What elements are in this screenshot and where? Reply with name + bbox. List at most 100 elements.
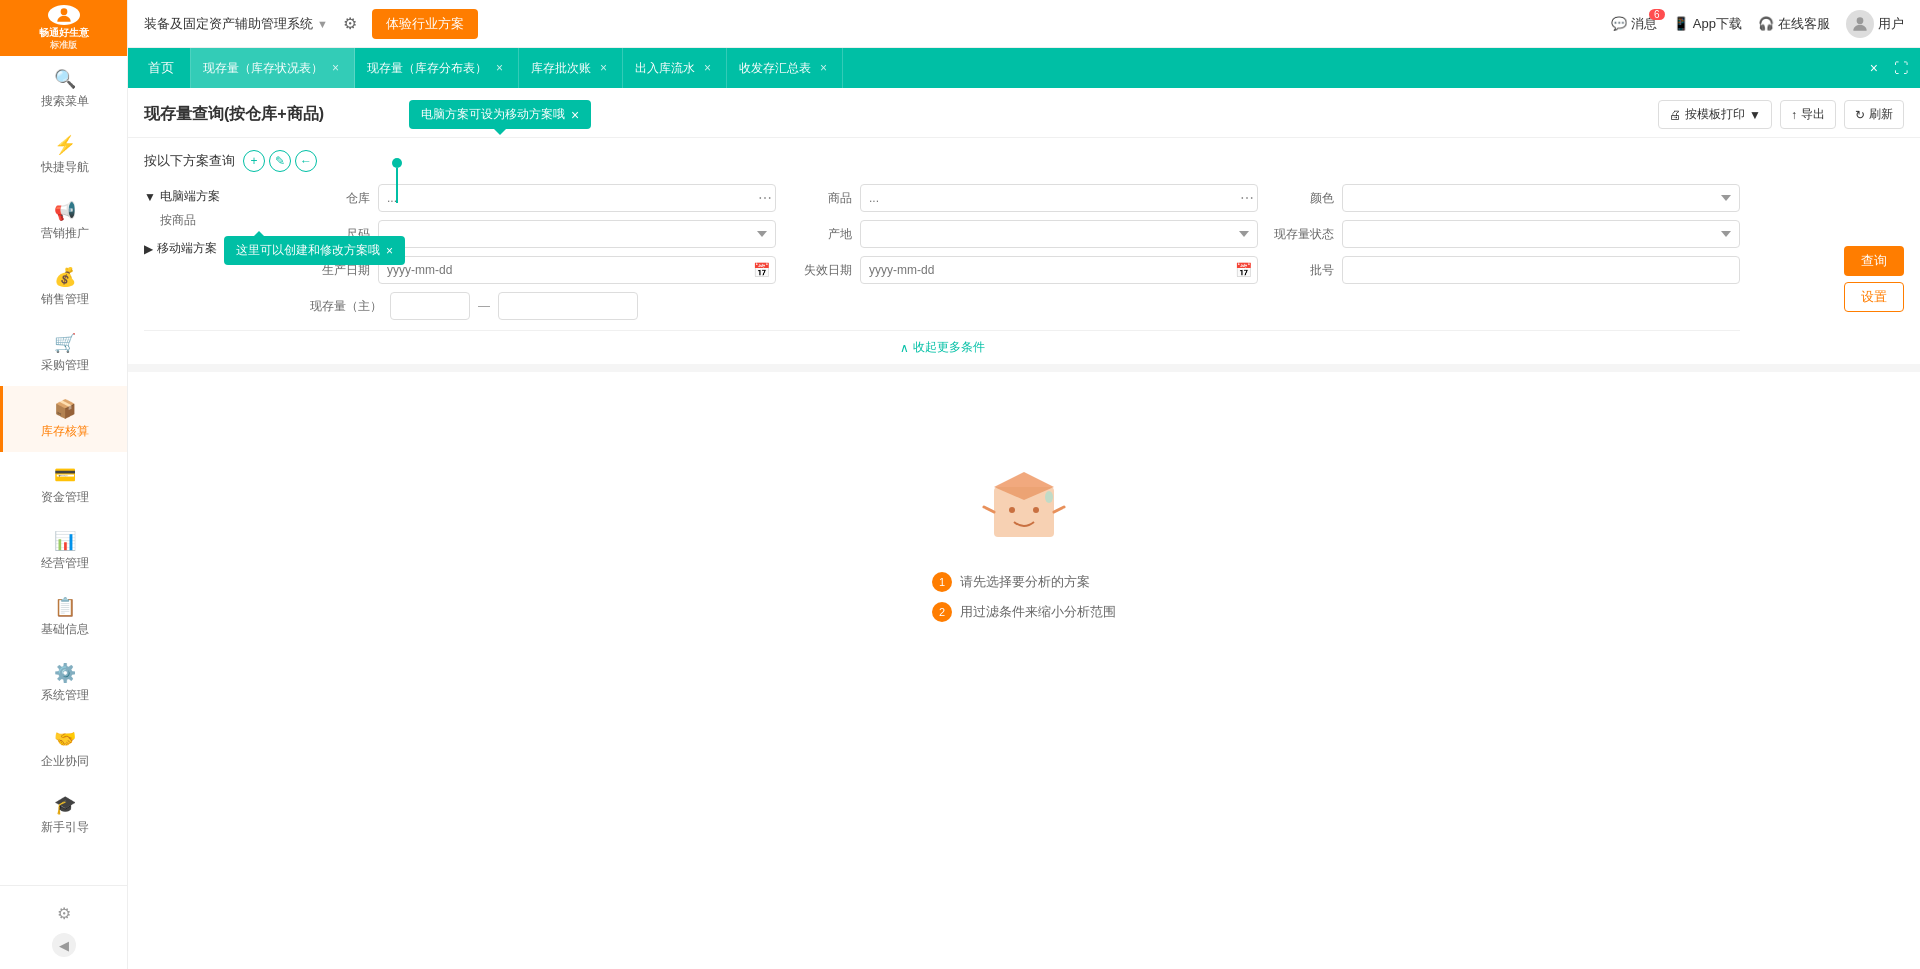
step-num-2: 2 — [932, 602, 952, 622]
edit-scheme-btn[interactable]: ✎ — [269, 150, 291, 172]
page-actions: 🖨 按模板打印 ▼ ↑ 导出 ↻ 刷新 — [1658, 100, 1904, 129]
scheme-group-desktop-header[interactable]: ▼ 电脑端方案 — [144, 184, 294, 209]
tab-close-in-out-flow[interactable]: × — [701, 60, 714, 76]
tab-in-out-flow[interactable]: 出入库流水 × — [623, 48, 727, 88]
tooltip1-close-btn[interactable]: × — [571, 107, 579, 123]
refresh-button[interactable]: ↻ 刷新 — [1844, 100, 1904, 129]
filter-origin: 产地 — [792, 220, 1258, 248]
tab-fullscreen-btn[interactable]: ⛶ — [1890, 56, 1912, 80]
settings-button[interactable]: 设置 — [1844, 282, 1904, 312]
sidebar-item-label: 企业协同 — [41, 753, 89, 770]
refresh-icon: ↻ — [1855, 108, 1865, 122]
stock-qty-max-input[interactable] — [498, 292, 638, 320]
tab-summary[interactable]: 收发存汇总表 × — [727, 48, 843, 88]
svg-line-6 — [984, 507, 994, 512]
sidebar-item-marketing[interactable]: 📢 营销推广 — [0, 188, 127, 254]
system-selector[interactable]: 装备及固定资产辅助管理系统 ▼ — [144, 15, 328, 33]
batch-input[interactable] — [1342, 256, 1740, 284]
stock-status-select[interactable] — [1342, 220, 1740, 248]
sidebar-item-system[interactable]: ⚙️ 系统管理 — [0, 650, 127, 716]
base-icon: 📋 — [54, 596, 76, 618]
sidebar-item-search[interactable]: 🔍 搜索菜单 — [0, 56, 127, 122]
tab-close-inventory-distribution[interactable]: × — [493, 60, 506, 76]
goods-label: 商品 — [792, 190, 852, 207]
export-button[interactable]: ↑ 导出 — [1780, 100, 1836, 129]
sidebar-item-label: 搜索菜单 — [41, 93, 89, 110]
warehouse-input[interactable] — [378, 184, 776, 212]
sidebar-item-purchase[interactable]: 🛒 采购管理 — [0, 320, 127, 386]
import-scheme-btn[interactable]: ← — [295, 150, 317, 172]
sidebar-item-base[interactable]: 📋 基础信息 — [0, 584, 127, 650]
query-button[interactable]: 查询 — [1844, 246, 1904, 276]
expire-date-wrap: 📅 — [860, 256, 1258, 284]
sidebar-item-enterprise[interactable]: 🤝 企业协同 — [0, 716, 127, 782]
collapse-arrow-icon: ◀ — [59, 938, 69, 953]
expire-date-calendar-icon[interactable]: 📅 — [1235, 262, 1252, 278]
expire-date-input[interactable] — [860, 256, 1258, 284]
tab-batch-account[interactable]: 库存批次账 × — [519, 48, 623, 88]
sidebar-item-label: 系统管理 — [41, 687, 89, 704]
sidebar-item-finance[interactable]: 💳 资金管理 — [0, 452, 127, 518]
tooltip2-close-btn[interactable]: × — [386, 244, 393, 258]
print-arrow-icon: ▼ — [1749, 108, 1761, 122]
tab-close-inventory-status[interactable]: × — [329, 60, 342, 76]
sidebar-item-label: 库存核算 — [41, 423, 89, 440]
add-scheme-btn[interactable]: + — [243, 150, 265, 172]
print-button[interactable]: 🖨 按模板打印 ▼ — [1658, 100, 1772, 129]
sidebar-item-guide[interactable]: 🎓 新手引导 — [0, 782, 127, 848]
search-icon: 🔍 — [54, 68, 76, 90]
filter-batch: 批号 — [1274, 256, 1740, 284]
inventory-icon: 📦 — [54, 398, 76, 420]
warehouse-dots-btn[interactable]: ⋯ — [758, 190, 772, 206]
filter-section: 按以下方案查询 + ✎ ← 电脑方案可设为移动方案哦 × — [128, 138, 1920, 364]
produce-date-input[interactable] — [378, 256, 776, 284]
filter-color: 颜色 — [1274, 184, 1740, 212]
settings-gear-icon: ⚙ — [57, 904, 71, 923]
sidebar-item-operations[interactable]: 📊 经营管理 — [0, 518, 127, 584]
tab-close-all-btn[interactable]: × — [1866, 56, 1882, 80]
tab-inventory-status[interactable]: 现存量（库存状况表） × — [191, 48, 355, 88]
sidebar-collapse-btn[interactable]: ◀ — [52, 933, 76, 957]
origin-select[interactable] — [860, 220, 1258, 248]
sidebar-settings-btn[interactable]: ⚙ — [51, 898, 77, 929]
tab-inventory-distribution[interactable]: 现存量（库存分布表） × — [355, 48, 519, 88]
scheme-group-arrow: ▼ — [144, 190, 156, 204]
trial-button[interactable]: 体验行业方案 — [372, 9, 478, 39]
filter-row-3: 生产日期 📅 失效日期 📅 — [310, 256, 1740, 284]
message-btn[interactable]: 💬 消息 6 — [1611, 15, 1657, 33]
sidebar-bottom: ⚙ ◀ — [0, 885, 127, 969]
svg-line-7 — [1054, 507, 1064, 512]
user-avatar-btn[interactable]: 用户 — [1846, 10, 1904, 38]
header-right: 💬 消息 6 📱 App下载 🎧 在线客服 用户 — [1611, 10, 1904, 38]
collapse-label: 收起更多条件 — [913, 339, 985, 356]
sidebar-item-inventory[interactable]: 📦 库存核算 — [0, 386, 127, 452]
warehouse-input-wrap: ⋯ — [378, 184, 776, 212]
color-select[interactable] — [1342, 184, 1740, 212]
sidebar-item-sales[interactable]: 💰 销售管理 — [0, 254, 127, 320]
tab-close-summary[interactable]: × — [817, 60, 830, 76]
stock-qty-min-input[interactable] — [390, 292, 470, 320]
tab-home[interactable]: 首页 — [132, 48, 191, 88]
message-badge: 6 — [1649, 9, 1665, 20]
produce-date-calendar-icon[interactable]: 📅 — [753, 262, 770, 278]
scheme-mobile-arrow: ▶ — [144, 242, 153, 256]
goods-dots-btn[interactable]: ⋯ — [1240, 190, 1254, 206]
sidebar-item-label: 新手引导 — [41, 819, 89, 836]
purchase-icon: 🛒 — [54, 332, 76, 354]
goods-input[interactable] — [860, 184, 1258, 212]
tab-close-batch-account[interactable]: × — [597, 60, 610, 76]
header-gear-btn[interactable]: ⚙ — [336, 10, 364, 38]
tab-summary-label: 收发存汇总表 — [739, 60, 811, 77]
size-select[interactable] — [378, 220, 776, 248]
page-title: 现存量查询(按仓库+商品) — [144, 104, 324, 125]
empty-step-2-text: 用过滤条件来缩小分析范围 — [960, 603, 1116, 621]
collapse-bar[interactable]: ∧ 收起更多条件 — [144, 330, 1740, 364]
online-service-btn[interactable]: 🎧 在线客服 — [1758, 15, 1830, 33]
app-download-btn[interactable]: 📱 App下载 — [1673, 15, 1742, 33]
user-avatar — [1846, 10, 1874, 38]
print-label: 按模板打印 — [1685, 106, 1745, 123]
scheme-group-desktop-items: 按商品 — [144, 209, 294, 232]
sidebar-item-label: 采购管理 — [41, 357, 89, 374]
scheme-item-1[interactable]: 按商品 — [160, 209, 294, 232]
sidebar-item-quick-nav[interactable]: ⚡ 快捷导航 — [0, 122, 127, 188]
